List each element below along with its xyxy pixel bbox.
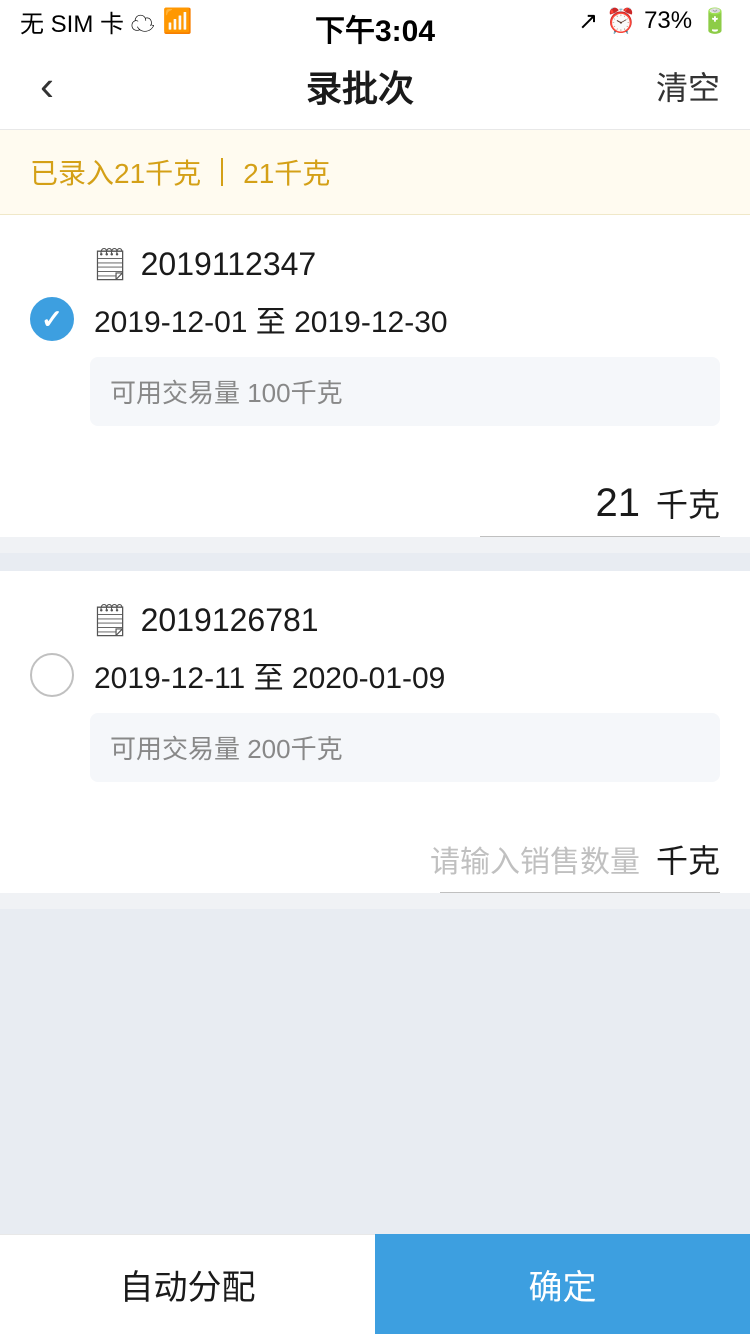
amount-unit-1: 千克: [656, 480, 720, 526]
batch-icon-1: 🗒: [90, 245, 131, 283]
batch-date-1: 2019-12-01 至 2019-12-30: [94, 297, 448, 341]
info-divider: [221, 158, 223, 186]
status-bar: 无 SIM 卡 ☁ 📶 下午3:04 ↗ ⏰ 73% 🔋: [0, 0, 750, 42]
nav-bar: ‹ 录批次 清空: [0, 42, 750, 130]
batch-item-2: 🗒 2019126781 2019-12-11 至 2020-01-09 可用交…: [0, 571, 750, 893]
input-placeholder-2: 请输入销售数量: [430, 837, 640, 881]
batch-icon-2: 🗒: [90, 601, 131, 639]
section-separator: [0, 553, 750, 571]
sim-label: 无 SIM 卡 ☁: [20, 4, 155, 39]
amount-value-1: 21: [595, 481, 640, 526]
amount-row-1: 21 千克: [0, 460, 750, 536]
battery-icon: 🔋: [700, 7, 730, 36]
battery-label: 73%: [644, 7, 692, 35]
bottom-bar: 自动分配 确定: [0, 1234, 750, 1334]
status-right: ↗ ⏰ 73% 🔋: [578, 7, 730, 36]
wifi-icon: 📶: [163, 7, 193, 36]
available-row-1: 可用交易量 100千克: [90, 357, 720, 426]
batch-item-1: 🗒 2019112347 2019-12-01 至 2019-12-30 可用交…: [0, 215, 750, 537]
batch-date-2: 2019-12-11 至 2020-01-09: [94, 653, 445, 697]
input-unit-2: 千克: [656, 836, 720, 882]
page-title: 录批次: [306, 60, 414, 112]
available-row-2: 可用交易量 200千克: [90, 713, 720, 782]
batch-id-1: 2019112347: [141, 246, 317, 283]
back-button[interactable]: ‹: [30, 52, 64, 120]
confirm-button[interactable]: 确定: [375, 1234, 750, 1334]
clear-button[interactable]: 清空: [656, 63, 720, 109]
available-text-1: 可用交易量 100千克: [110, 378, 343, 408]
input-row-2: 请输入销售数量 千克: [0, 816, 750, 892]
location-icon: ↗: [578, 7, 598, 36]
input-underline-2: [440, 892, 720, 893]
recorded-text: 已录入21千克: [30, 152, 201, 192]
alarm-icon: ⏰: [606, 7, 636, 36]
batch-id-2: 2019126781: [141, 602, 319, 639]
available-text-2: 可用交易量 200千克: [110, 734, 343, 764]
radio-select-2[interactable]: [30, 653, 74, 697]
amount-underline-1: [480, 536, 720, 537]
radio-select-1[interactable]: [30, 297, 74, 341]
status-time: 下午3:04: [315, 6, 435, 50]
auto-distribute-button[interactable]: 自动分配: [0, 1234, 375, 1334]
status-left: 无 SIM 卡 ☁ 📶: [20, 4, 193, 39]
recorded-amount: 21千克: [243, 152, 330, 192]
info-banner: 已录入21千克 21千克: [0, 130, 750, 215]
